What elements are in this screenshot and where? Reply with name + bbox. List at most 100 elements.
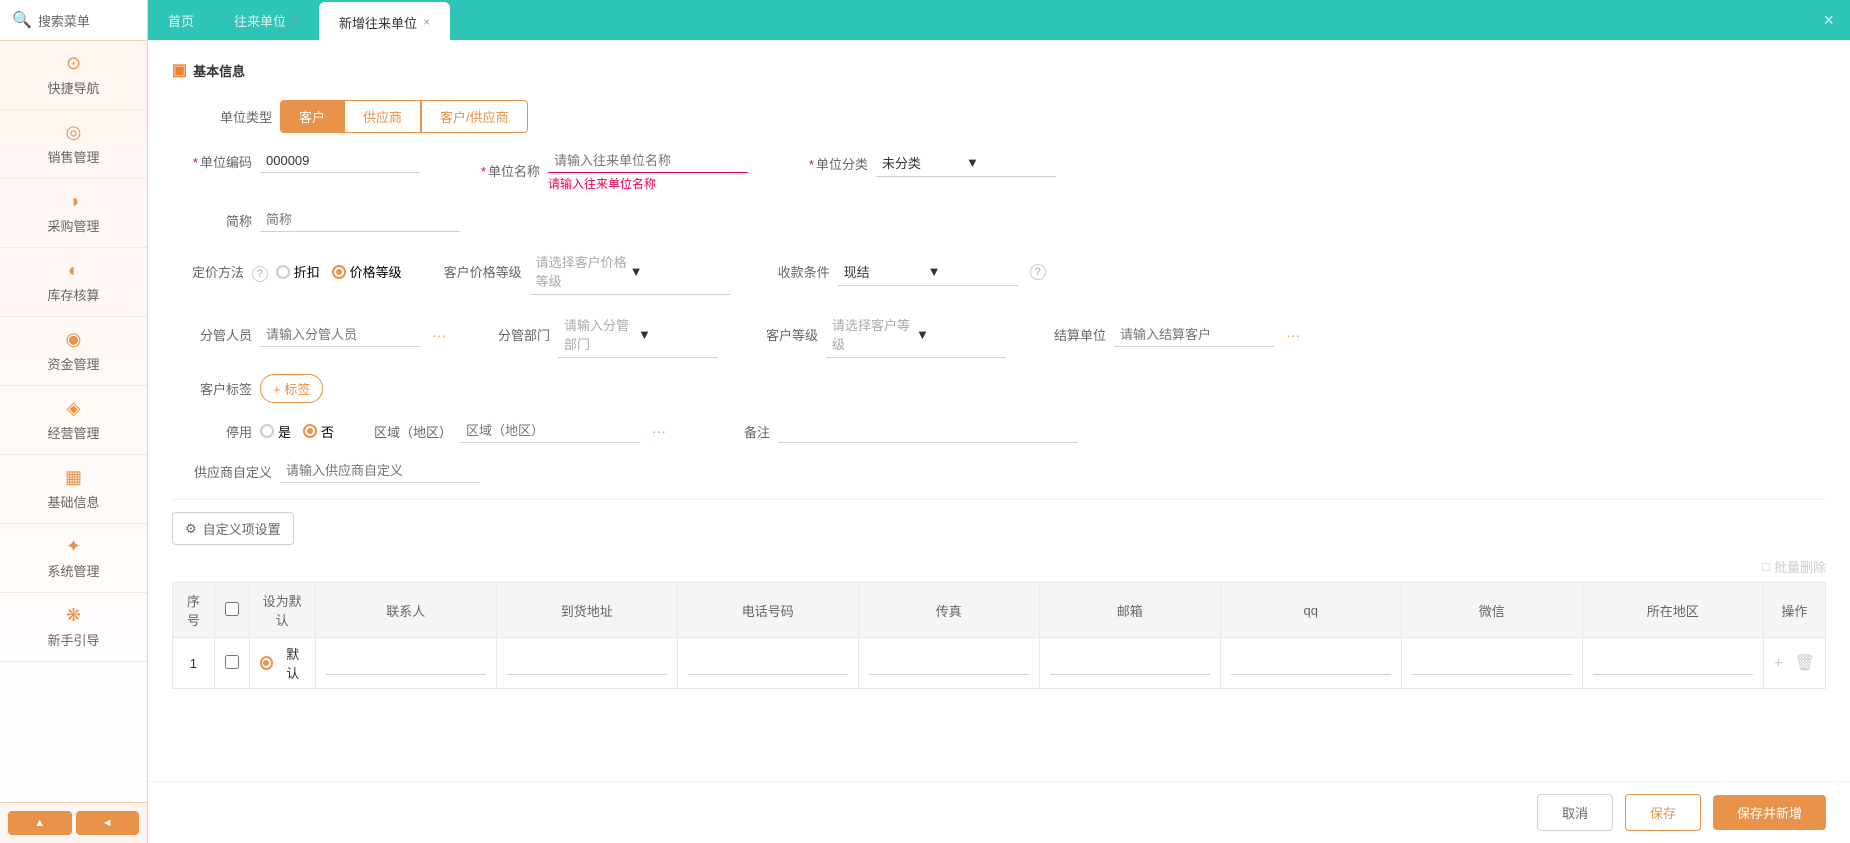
- payment-help-icon[interactable]: ?: [1030, 264, 1046, 280]
- supplier-custom-group: 供应商自定义: [192, 459, 480, 483]
- region-input[interactable]: [460, 419, 640, 443]
- section-basic-info-label: 基本信息: [193, 61, 245, 80]
- unit-type-supplier-btn[interactable]: 供应商: [344, 100, 421, 133]
- sidebar-search[interactable]: 🔍 搜索菜单: [0, 0, 147, 41]
- cell-phone: [677, 638, 858, 689]
- unit-type-customer-btn[interactable]: 客户: [280, 100, 344, 133]
- sidebar-item-inventory[interactable]: ◐ 库存核算: [0, 248, 147, 317]
- unit-code-group: *单位编码: [192, 149, 420, 173]
- sidebar-search-label: 搜索菜单: [38, 11, 90, 30]
- remark-input[interactable]: [778, 419, 1078, 443]
- tab-new-contacts[interactable]: 新增往来单位 ×: [319, 2, 450, 42]
- sidebar-item-finance[interactable]: ◉ 资金管理: [0, 317, 147, 386]
- disabled-no-radio[interactable]: 否: [303, 422, 334, 441]
- sidebar-item-sales[interactable]: ◎ 销售管理: [0, 110, 147, 179]
- tab-contacts-close[interactable]: ×: [292, 13, 299, 27]
- region-label: 区域（地区）: [374, 422, 452, 441]
- sidebar-item-guide[interactable]: ❋ 新手引导: [0, 593, 147, 662]
- supplier-custom-input[interactable]: [280, 459, 480, 483]
- sidebar-collapse-btn[interactable]: ▲: [8, 811, 72, 835]
- wechat-input[interactable]: [1412, 651, 1572, 675]
- supervisor-row: 分管人员 ··· 分管部门 请输入分管部门 ▼ 客户等级 请选择客户等级 ▼ 结…: [172, 311, 1826, 358]
- contacts-table: 序号 设为默认 联系人 到货地址 电话号码 传真 邮箱 qq 微信 所在地区 操…: [172, 582, 1826, 689]
- select-all-checkbox[interactable]: [225, 602, 239, 616]
- disabled-yes-radio[interactable]: 是: [260, 422, 291, 441]
- sidebar-item-label: 资金管理: [47, 354, 99, 373]
- sidebar-item-quick-nav[interactable]: ⊙ 快捷导航: [0, 41, 147, 110]
- supplier-custom-label: 供应商自定义: [192, 462, 272, 481]
- discount-circle: [276, 265, 290, 279]
- sidebar-item-purchase[interactable]: ◑ 采购管理: [0, 179, 147, 248]
- unit-info-row: *单位编码 *单位名称 请输入往来单位名称 *单位分类: [172, 149, 1826, 192]
- section-icon: ▣: [172, 60, 187, 80]
- delete-row-btn[interactable]: 🗑: [1795, 655, 1815, 672]
- phone-input[interactable]: [688, 651, 848, 675]
- region-more-btn[interactable]: ···: [648, 423, 670, 439]
- email-input[interactable]: [1050, 651, 1210, 675]
- customer-price-arrow: ▼: [630, 264, 724, 279]
- payment-terms-select[interactable]: 现结 ▼: [838, 258, 1018, 286]
- form-divider: [172, 499, 1826, 500]
- unit-code-input[interactable]: [260, 149, 420, 173]
- unit-type-both-btn[interactable]: 客户/供应商: [421, 100, 528, 133]
- tab-new-contacts-close[interactable]: ×: [423, 15, 430, 29]
- fax-input[interactable]: [869, 651, 1029, 675]
- sidebar-item-basic[interactable]: ▦ 基础信息: [0, 455, 147, 524]
- basic-icon: ▦: [65, 467, 82, 488]
- purchase-icon: ◑: [68, 191, 79, 212]
- settlement-more-btn[interactable]: ···: [1282, 327, 1304, 343]
- customer-price-group: 客户价格等级 请选择客户价格等级 ▼: [442, 248, 730, 295]
- level-label: 价格等级: [350, 262, 402, 281]
- batch-delete-icon: □: [1762, 559, 1770, 574]
- table-header-row: 序号 设为默认 联系人 到货地址 电话号码 传真 邮箱 qq 微信 所在地区 操…: [173, 583, 1826, 638]
- batch-delete-label[interactable]: 批量删除: [1774, 557, 1826, 576]
- address-input[interactable]: [507, 651, 667, 675]
- unit-name-input[interactable]: [548, 149, 748, 173]
- cell-check: [214, 638, 249, 689]
- tag-btn-label: + 标签: [273, 379, 310, 398]
- main-panel: 首页 往来单位 × 新增往来单位 × × ▣ 基本信息 单位类型 客户 供应商 …: [148, 0, 1850, 843]
- customer-level-select[interactable]: 请选择客户等级 ▼: [826, 311, 1006, 358]
- pricing-row: 定价方法 ? 折扣 价格等级 客户价格等级 请选择客户价: [172, 248, 1826, 295]
- sidebar-item-system[interactable]: ✦ 系统管理: [0, 524, 147, 593]
- cancel-button[interactable]: 取消: [1537, 794, 1613, 831]
- unit-code-label: *单位编码: [192, 152, 252, 171]
- settlement-input[interactable]: [1114, 323, 1274, 347]
- row-default-radio[interactable]: 默认: [260, 644, 305, 682]
- department-select[interactable]: 请输入分管部门 ▼: [558, 311, 718, 358]
- region-table-input[interactable]: [1593, 651, 1753, 675]
- save-new-button[interactable]: 保存并新增: [1713, 795, 1826, 830]
- add-tag-btn[interactable]: + 标签: [260, 374, 323, 403]
- pricing-discount-radio[interactable]: 折扣: [276, 262, 320, 281]
- pricing-help-icon[interactable]: ?: [252, 266, 268, 282]
- supervisor-more-btn[interactable]: ···: [428, 327, 450, 343]
- short-name-input[interactable]: [260, 208, 460, 232]
- pricing-radio-group: 折扣 价格等级: [276, 262, 402, 281]
- sidebar-item-label: 基础信息: [47, 492, 99, 511]
- tab-home[interactable]: 首页: [148, 0, 214, 40]
- department-placeholder: 请输入分管部门: [564, 315, 638, 353]
- row-checkbox[interactable]: [225, 655, 239, 669]
- pricing-level-radio[interactable]: 价格等级: [332, 262, 402, 281]
- save-button[interactable]: 保存: [1625, 794, 1701, 831]
- tab-contacts[interactable]: 往来单位 ×: [214, 0, 319, 40]
- sidebar-item-operation[interactable]: ◈ 经营管理: [0, 386, 147, 455]
- level-circle: [332, 265, 346, 279]
- custom-settings-btn[interactable]: ⚙ 自定义项设置: [172, 512, 294, 545]
- custom-settings-label: 自定义项设置: [203, 519, 281, 538]
- qq-input[interactable]: [1231, 651, 1391, 675]
- contact-input[interactable]: [326, 651, 486, 675]
- th-qq: qq: [1220, 583, 1401, 638]
- customer-level-label: 客户等级: [758, 325, 818, 344]
- sidebar-bottom: ▲ ◄: [0, 802, 147, 843]
- sidebar-back-btn[interactable]: ◄: [76, 811, 140, 835]
- supervisor-input[interactable]: [260, 323, 420, 347]
- cell-address: [496, 638, 677, 689]
- unit-category-select[interactable]: 未分类 ▼: [876, 149, 1056, 177]
- customer-tag-label: 客户标签: [192, 379, 252, 398]
- customer-price-select[interactable]: 请选择客户价格等级 ▼: [530, 248, 730, 295]
- add-row-btn[interactable]: +: [1774, 655, 1783, 672]
- guide-icon: ❋: [66, 605, 81, 626]
- close-all-tabs-btn[interactable]: ×: [1807, 10, 1850, 31]
- disabled-group: 停用 是 否: [192, 422, 334, 441]
